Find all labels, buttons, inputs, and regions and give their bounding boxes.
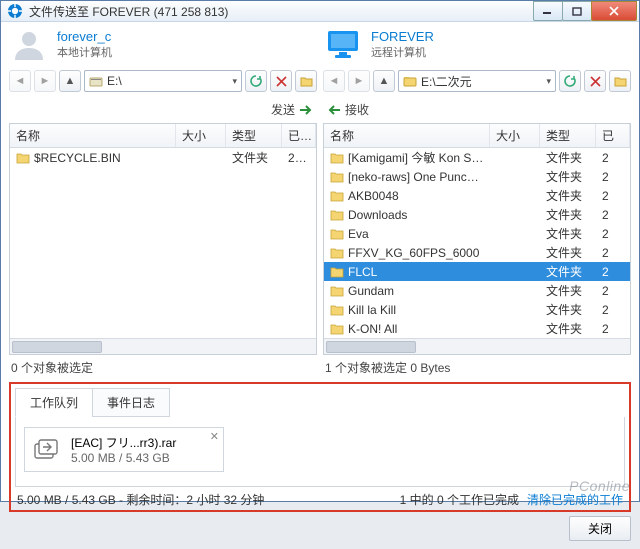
- window-controls: [534, 1, 637, 21]
- local-pane: forever_c 本地计算机 ◄ ► ▲ E:\ ▾: [9, 24, 317, 380]
- remote-toolbar: ◄ ► ▲ E:\二次元 ▾: [323, 68, 631, 96]
- local-path-input[interactable]: E:\ ▾: [84, 70, 242, 92]
- window-title: 文件传送至 FOREVER (471 258 813): [29, 3, 534, 20]
- summary-left: 5.00 MB / 5.43 GB - 剩余时间：2 小时 32 分钟: [17, 491, 264, 508]
- split-panes: forever_c 本地计算机 ◄ ► ▲ E:\ ▾: [9, 24, 631, 380]
- remote-file-list: 名称 大小 类型 已 [Kamigami] 今敏 Kon Sat...文件夹2[…: [323, 123, 631, 355]
- app-icon: [7, 3, 23, 19]
- file-transfer-icon: [33, 438, 61, 462]
- remote-pane: FOREVER 远程计算机 ◄ ► ▲ E:\二次元 ▾: [323, 24, 631, 380]
- col-size[interactable]: 大小: [176, 124, 226, 147]
- remote-header: FOREVER 远程计算机: [323, 24, 631, 68]
- remote-path-text: E:\二次元: [421, 73, 472, 90]
- remote-list-body[interactable]: [Kamigami] 今敏 Kon Sat...文件夹2[neko-raws] …: [324, 148, 630, 338]
- table-row[interactable]: FFXV_KG_60FPS_6000文件夹2: [324, 243, 630, 262]
- local-subtitle: 本地计算机: [57, 44, 112, 60]
- monitor-icon: [325, 28, 361, 60]
- col-size[interactable]: 大小: [490, 124, 540, 147]
- close-bar: 关闭: [9, 512, 631, 541]
- receive-button[interactable]: 接收: [323, 99, 373, 120]
- summary-right: 1 中的 0 个工作已完成: [400, 491, 519, 508]
- job-progress: 5.00 MB / 5.43 GB: [71, 451, 176, 465]
- local-path-text: E:\: [107, 74, 122, 88]
- remote-title: FOREVER: [371, 29, 434, 44]
- dropdown-icon: ▾: [232, 76, 237, 87]
- table-row[interactable]: Kill la Kill文件夹2: [324, 300, 630, 319]
- table-row[interactable]: [neko-raws] One Punch ...文件夹2: [324, 167, 630, 186]
- table-row[interactable]: AKB0048文件夹2: [324, 186, 630, 205]
- delete-button[interactable]: [270, 70, 292, 92]
- nav-up-button[interactable]: ▲: [373, 70, 395, 92]
- local-header: forever_c 本地计算机: [9, 24, 317, 68]
- delete-button[interactable]: [584, 70, 606, 92]
- minimize-button[interactable]: [533, 1, 563, 21]
- table-row[interactable]: $RECYCLE.BIN文件夹2017: [10, 148, 316, 167]
- remote-action-bar: 接收: [323, 96, 631, 123]
- local-scroll-x[interactable]: [10, 338, 316, 354]
- nav-forward-button[interactable]: ►: [348, 70, 370, 92]
- bottom-section: 工作队列 事件日志 ✕ [EAC] フリ...rr3).rar 5.00 MB …: [9, 382, 631, 541]
- col-type[interactable]: 类型: [226, 124, 282, 147]
- content-area: forever_c 本地计算机 ◄ ► ▲ E:\ ▾: [1, 22, 639, 549]
- col-name[interactable]: 名称: [324, 124, 490, 147]
- job-close-icon[interactable]: ✕: [210, 430, 219, 443]
- table-row[interactable]: [Kamigami] 今敏 Kon Sat...文件夹2: [324, 148, 630, 167]
- app-window: 文件传送至 FOREVER (471 258 813) forever_c 本地…: [0, 0, 640, 502]
- nav-forward-button[interactable]: ►: [34, 70, 56, 92]
- local-status: 0 个对象被选定: [9, 355, 317, 380]
- bottom-tabs: 工作队列 事件日志: [15, 388, 625, 417]
- recv-label: 接收: [345, 101, 369, 118]
- clear-completed-link[interactable]: 清除已完成的工作: [527, 491, 623, 508]
- close-window-button[interactable]: [591, 1, 637, 21]
- table-row[interactable]: FLCL文件夹2: [324, 262, 630, 281]
- local-list-body[interactable]: $RECYCLE.BIN文件夹2017: [10, 148, 316, 338]
- table-row[interactable]: Gundam文件夹2: [324, 281, 630, 300]
- titlebar: 文件传送至 FOREVER (471 258 813): [1, 1, 639, 22]
- new-folder-button[interactable]: [609, 70, 631, 92]
- dropdown-icon: ▾: [546, 76, 551, 87]
- remote-status: 1 个对象被选定 0 Bytes: [323, 355, 631, 380]
- nav-back-button[interactable]: ◄: [323, 70, 345, 92]
- tab-queue[interactable]: 工作队列: [15, 388, 93, 417]
- send-arrow-icon: [299, 104, 313, 116]
- close-button[interactable]: 关闭: [569, 516, 631, 541]
- nav-back-button[interactable]: ◄: [9, 70, 31, 92]
- refresh-button[interactable]: [245, 70, 267, 92]
- local-file-list: 名称 大小 类型 已修 $RECYCLE.BIN文件夹2017: [9, 123, 317, 355]
- remote-scroll-x[interactable]: [324, 338, 630, 354]
- local-list-header: 名称 大小 类型 已修: [10, 124, 316, 148]
- send-button[interactable]: 发送: [267, 99, 317, 120]
- nav-up-button[interactable]: ▲: [59, 70, 81, 92]
- table-row[interactable]: Eva文件夹2: [324, 224, 630, 243]
- job-card[interactable]: ✕ [EAC] フリ...rr3).rar 5.00 MB / 5.43 GB: [24, 427, 224, 472]
- table-row[interactable]: K-ON! All文件夹2: [324, 319, 630, 338]
- remote-list-header: 名称 大小 类型 已: [324, 124, 630, 148]
- col-mod[interactable]: 已修: [282, 124, 316, 147]
- local-action-bar: 发送: [9, 96, 317, 123]
- remote-path-input[interactable]: E:\二次元 ▾: [398, 70, 556, 92]
- local-toolbar: ◄ ► ▲ E:\ ▾: [9, 68, 317, 96]
- new-folder-button[interactable]: [295, 70, 317, 92]
- recv-arrow-icon: [327, 104, 341, 116]
- tab-log[interactable]: 事件日志: [92, 388, 170, 417]
- job-filename: [EAC] フリ...rr3).rar: [71, 434, 176, 451]
- summary-row: 5.00 MB / 5.43 GB - 剩余时间：2 小时 32 分钟 1 中的…: [15, 487, 625, 508]
- col-type[interactable]: 类型: [540, 124, 596, 147]
- highlight-box: 工作队列 事件日志 ✕ [EAC] フリ...rr3).rar 5.00 MB …: [9, 382, 631, 512]
- remote-subtitle: 远程计算机: [371, 44, 434, 60]
- col-mod[interactable]: 已: [596, 124, 630, 147]
- refresh-button[interactable]: [559, 70, 581, 92]
- send-label: 发送: [271, 101, 295, 118]
- job-area: ✕ [EAC] フリ...rr3).rar 5.00 MB / 5.43 GB: [15, 417, 625, 487]
- maximize-button[interactable]: [562, 1, 592, 21]
- table-row[interactable]: Downloads文件夹2: [324, 205, 630, 224]
- user-avatar-icon: [11, 28, 47, 60]
- local-title: forever_c: [57, 29, 112, 44]
- col-name[interactable]: 名称: [10, 124, 176, 147]
